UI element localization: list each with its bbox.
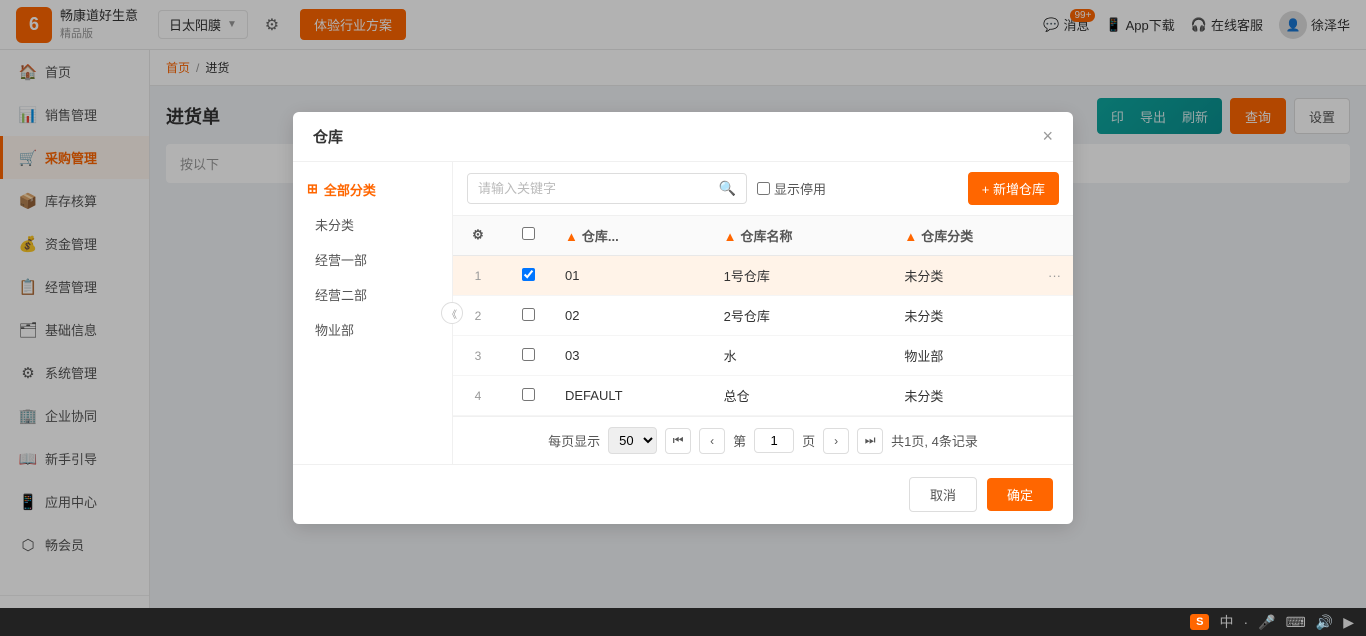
row-checkbox[interactable]	[522, 308, 535, 321]
category-item-1[interactable]: 经营一部	[293, 242, 452, 277]
row-checkbox-cell	[503, 255, 553, 296]
row-checkbox[interactable]	[522, 388, 535, 401]
row-name: 2号仓库	[712, 296, 893, 336]
col-checkbox	[503, 216, 553, 256]
search-box: 🔍	[467, 173, 747, 204]
row-checkbox[interactable]	[522, 348, 535, 361]
collapse-button[interactable]: 《	[441, 302, 463, 324]
table-row[interactable]: 3 03 水 物业部	[453, 336, 1073, 376]
show-disabled-control: 显示停用	[757, 179, 826, 198]
confirm-button[interactable]: 确定	[987, 478, 1053, 511]
status-bar: S 中 · 🎤 ⌨ 🔊 ▶	[0, 608, 1366, 636]
table-row[interactable]: 1 01 1号仓库 未分类 ···	[453, 255, 1073, 296]
category-item-0[interactable]: 未分类	[293, 207, 452, 242]
row-name: 水	[712, 336, 893, 376]
show-disabled-checkbox[interactable]	[757, 182, 770, 195]
prev-page-button[interactable]: ‹	[699, 428, 725, 454]
row-number: 3	[453, 336, 503, 376]
sort-icon-cat: ▲	[904, 229, 917, 244]
row-checkbox-cell	[503, 376, 553, 416]
row-checkbox-cell	[503, 296, 553, 336]
status-play[interactable]: ▶	[1343, 614, 1354, 631]
status-logo: S	[1190, 614, 1209, 630]
status-sound[interactable]: 🔊	[1316, 614, 1333, 631]
row-category: 未分类 ···	[892, 256, 1073, 296]
last-page-button[interactable]: ⏭	[857, 428, 883, 454]
row-code: 01	[553, 255, 712, 296]
modal-footer: 取消 确定	[293, 464, 1073, 524]
row-checkbox[interactable]	[522, 268, 535, 281]
cancel-button[interactable]: 取消	[909, 477, 977, 512]
grid-icon: ⊞	[307, 181, 318, 197]
row-name: 1号仓库	[712, 255, 893, 296]
col-code: ▲仓库...	[553, 216, 712, 256]
status-dot[interactable]: ·	[1243, 614, 1248, 630]
table-row[interactable]: 4 DEFAULT 总仓 未分类	[453, 376, 1073, 416]
row-category-text: 未分类	[904, 266, 943, 285]
per-page-label: 每页显示	[548, 431, 600, 450]
sort-icon-name: ▲	[724, 229, 737, 244]
row-name: 总仓	[712, 376, 893, 416]
row-category: 物业部	[892, 336, 1073, 376]
next-page-button[interactable]: ›	[823, 428, 849, 454]
page-label: 第	[733, 431, 746, 450]
status-lang[interactable]: 中	[1219, 612, 1233, 632]
row-category: 未分类	[892, 376, 1073, 416]
page-input[interactable]	[754, 428, 794, 453]
data-table: ⚙ ▲仓库... ▲仓库名称 ▲仓库分类 1 01 1号仓库 未分类 ··· 2 …	[453, 216, 1073, 417]
all-categories[interactable]: ⊞ 全部分类	[293, 172, 452, 207]
row-number: 1	[453, 255, 503, 296]
col-category: ▲仓库分类	[892, 216, 1073, 256]
search-input[interactable]	[468, 175, 709, 202]
modal-header: 仓库 ×	[293, 112, 1073, 162]
col-settings: ⚙	[453, 216, 503, 256]
modal-body: ⊞ 全部分类 未分类 经营一部 经营二部 物业部 《 🔍	[293, 162, 1073, 465]
status-mic[interactable]: 🎤	[1258, 614, 1275, 631]
row-actions-button[interactable]: ···	[1048, 268, 1061, 283]
select-all-checkbox[interactable]	[522, 227, 535, 240]
modal-close-button[interactable]: ×	[1042, 126, 1053, 147]
row-checkbox-cell	[503, 336, 553, 376]
first-page-button[interactable]: ⏮	[665, 428, 691, 454]
row-number: 4	[453, 376, 503, 416]
row-code: DEFAULT	[553, 376, 712, 416]
search-icon[interactable]: 🔍	[709, 174, 746, 203]
table-row[interactable]: 2 02 2号仓库 未分类	[453, 296, 1073, 336]
table-panel: 🔍 显示停用 + 新增仓库 ⚙	[453, 162, 1073, 465]
pagination: 每页显示 50 ⏮ ‹ 第 页 › ⏭ 共1页, 4条记录	[453, 416, 1073, 464]
table-header-row: ⚙ ▲仓库... ▲仓库名称 ▲仓库分类	[453, 216, 1073, 256]
add-warehouse-button[interactable]: + 新增仓库	[968, 172, 1059, 205]
page-unit: 页	[802, 431, 815, 450]
modal-overlay: 仓库 × ⊞ 全部分类 未分类 经营一部 经营二部 物业部 《	[0, 0, 1366, 636]
warehouse-modal: 仓库 × ⊞ 全部分类 未分类 经营一部 经营二部 物业部 《	[293, 112, 1073, 525]
table-toolbar: 🔍 显示停用 + 新增仓库	[453, 162, 1073, 216]
category-item-2[interactable]: 经营二部	[293, 277, 452, 312]
col-name: ▲仓库名称	[712, 216, 893, 256]
row-category: 未分类	[892, 296, 1073, 336]
page-summary: 共1页, 4条记录	[891, 431, 978, 450]
row-code: 03	[553, 336, 712, 376]
status-keyboard[interactable]: ⌨	[1286, 614, 1306, 631]
modal-title: 仓库	[313, 126, 343, 147]
row-code: 02	[553, 296, 712, 336]
per-page-select[interactable]: 50	[608, 427, 657, 454]
sort-icon: ▲	[565, 229, 578, 244]
category-item-3[interactable]: 物业部	[293, 312, 452, 347]
category-sidebar: ⊞ 全部分类 未分类 经营一部 经营二部 物业部 《	[293, 162, 453, 465]
